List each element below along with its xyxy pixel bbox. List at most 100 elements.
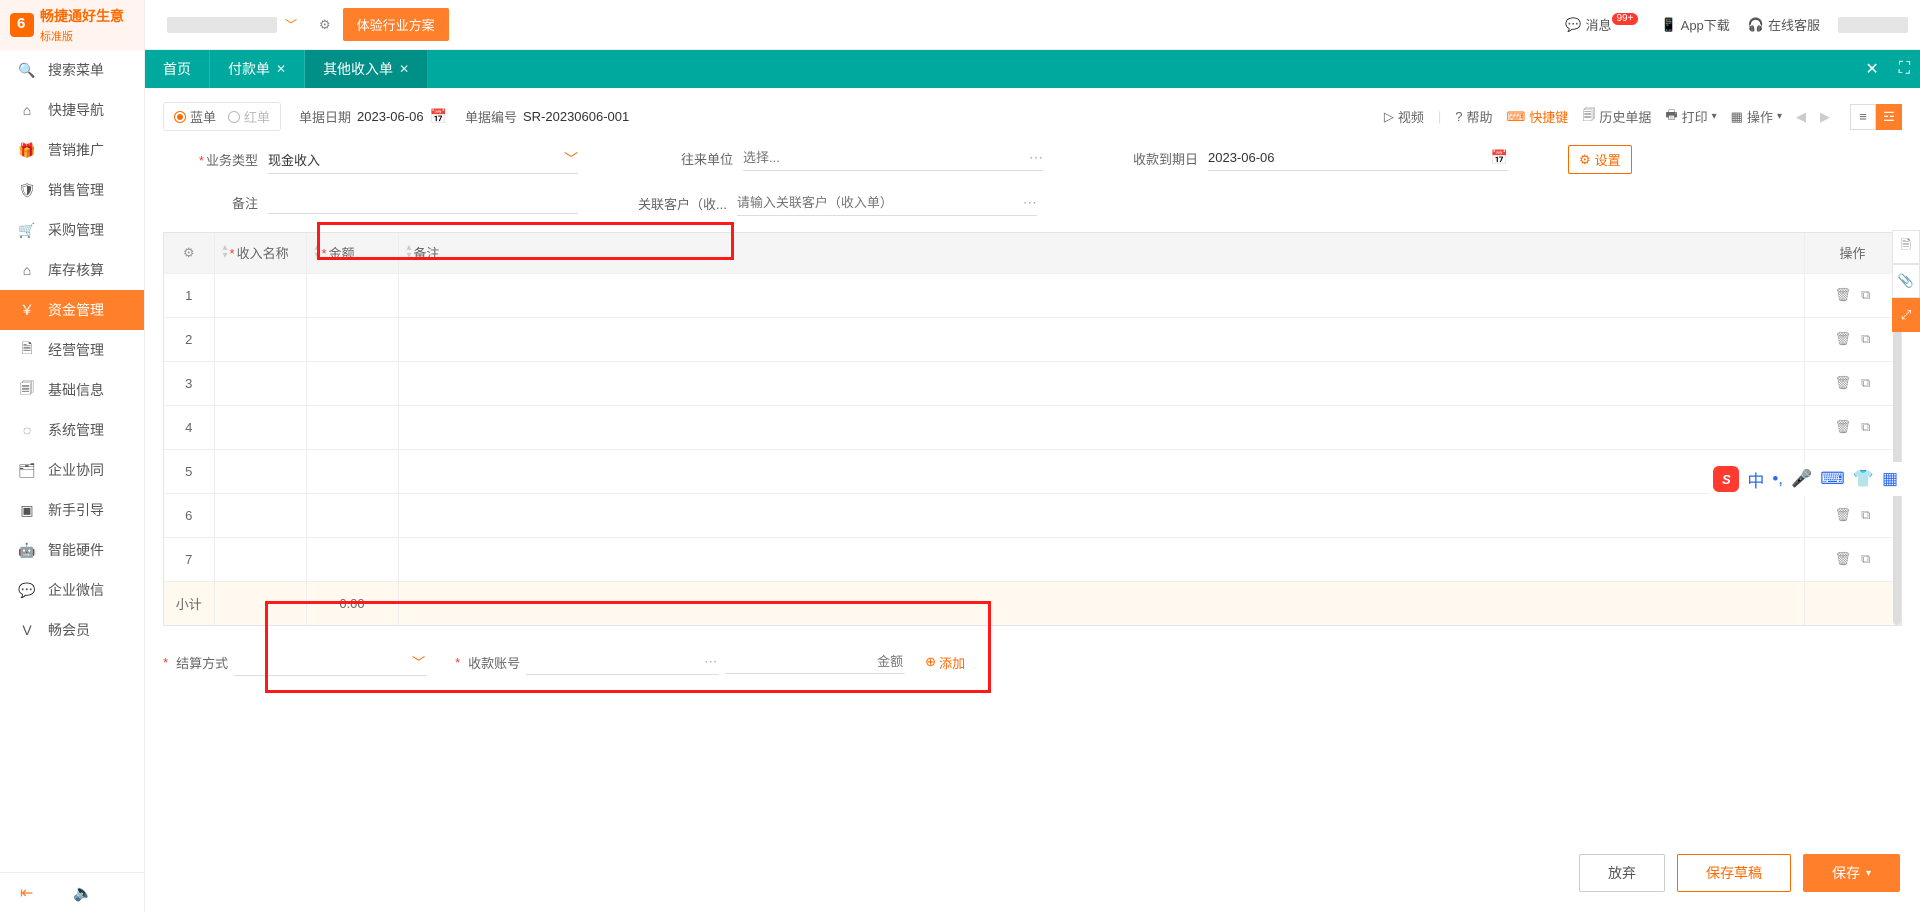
add-settlement-button[interactable]: ⊕添加 — [925, 653, 965, 672]
ime-skin-icon[interactable]: 👕 — [1853, 469, 1874, 489]
table-row[interactable]: 6🗑⧉ — [164, 493, 1901, 537]
view-list[interactable]: ≡ — [1850, 104, 1876, 130]
sound-icon[interactable]: 🔈 — [73, 883, 93, 903]
print-icon: 🖶 — [1665, 106, 1677, 128]
tab-other-income[interactable]: 其他收入单✕ — [305, 50, 428, 88]
delete-icon[interactable]: 🗑 — [1835, 551, 1852, 567]
app-download-link[interactable]: 📱App下载 — [1660, 15, 1729, 34]
save-button[interactable]: 保存▾ — [1803, 854, 1900, 892]
tab-home[interactable]: 首页 — [145, 50, 210, 88]
gear-icon[interactable]: ⚙ — [183, 245, 195, 260]
nav-sales[interactable]: 🛡销售管理 — [0, 170, 144, 210]
gear-icon[interactable]: ⚙ — [319, 17, 331, 33]
nav-search[interactable]: 🔍搜索菜单 — [0, 50, 144, 90]
help-link[interactable]: ?帮助 — [1455, 107, 1492, 126]
close-all-icon[interactable]: ✕ — [1855, 59, 1888, 79]
try-plan-button[interactable]: 体验行业方案 — [343, 8, 449, 41]
nav-ops[interactable]: 🗎经营管理 — [0, 330, 144, 370]
rail-note-icon[interactable]: 🗎 — [1892, 230, 1920, 264]
col-amount[interactable]: ▴▾*金额 — [306, 233, 398, 273]
partner-input[interactable] — [743, 150, 1029, 165]
table-row[interactable]: 5🗑⧉ — [164, 449, 1901, 493]
fullscreen-icon[interactable]: ⛶ — [1889, 60, 1920, 78]
copy-icon[interactable]: ⧉ — [1861, 507, 1870, 523]
table-row[interactable]: 4🗑⧉ — [164, 405, 1901, 449]
team-icon: 🗂 — [18, 461, 36, 479]
nav-hardware[interactable]: 🤖智能硬件 — [0, 530, 144, 570]
nav-wechat[interactable]: 💬企业微信 — [0, 570, 144, 610]
discard-button[interactable]: 放弃 — [1579, 854, 1665, 892]
prev-icon[interactable]: ◀ — [1796, 109, 1806, 125]
nav-coop[interactable]: 🗂企业协同 — [0, 450, 144, 490]
nav-quick[interactable]: ⌂快捷导航 — [0, 90, 144, 130]
shortcut-link[interactable]: ⌨快捷键 — [1507, 107, 1569, 126]
nav-guide[interactable]: ▣新手引导 — [0, 490, 144, 530]
nav-stock[interactable]: ⌂库存核算 — [0, 250, 144, 290]
copy-icon[interactable]: ⧉ — [1861, 331, 1870, 347]
radio-blue[interactable]: 蓝单 — [174, 107, 216, 126]
view-detail[interactable]: ☲ — [1876, 104, 1902, 130]
settle-account-input[interactable] — [528, 654, 704, 669]
plus-icon: ⊕ — [925, 654, 936, 670]
collapse-icon[interactable]: ⇤ — [20, 883, 33, 903]
calendar-icon[interactable]: 📅 — [430, 108, 447, 125]
copy-icon[interactable]: ⧉ — [1861, 419, 1870, 435]
settings-button[interactable]: ⚙设置 — [1568, 145, 1632, 174]
table-row[interactable]: 1🗑⧉ — [164, 273, 1901, 317]
ops-button[interactable]: ▦操作▾ — [1731, 107, 1782, 126]
bot-icon: 🤖 — [18, 541, 36, 559]
history-link[interactable]: 🗐历史单据 — [1582, 106, 1651, 128]
rail-expand-icon[interactable]: ⤢ — [1892, 298, 1920, 332]
table-row[interactable]: 2🗑⧉ — [164, 317, 1901, 361]
ime-mic-icon[interactable]: 🎤 — [1791, 469, 1812, 489]
calendar-icon[interactable]: 📅 — [1491, 149, 1508, 166]
close-icon[interactable]: ✕ — [276, 62, 286, 76]
delete-icon[interactable]: 🗑 — [1835, 375, 1852, 391]
tab-payment[interactable]: 付款单✕ — [210, 50, 305, 88]
delete-icon[interactable]: 🗑 — [1835, 287, 1852, 303]
nav-purchase[interactable]: 🛒采购管理 — [0, 210, 144, 250]
print-button[interactable]: 🖶打印▾ — [1665, 106, 1716, 128]
nav-basic[interactable]: 🗐基础信息 — [0, 370, 144, 410]
biz-type-input[interactable] — [268, 152, 564, 167]
more-icon[interactable]: ⋯ — [1023, 194, 1037, 211]
delete-icon[interactable]: 🗑 — [1835, 507, 1852, 523]
col-remark[interactable]: ▴▾备注 — [398, 233, 1805, 273]
copy-icon[interactable]: ⧉ — [1861, 375, 1870, 391]
ime-punct-icon[interactable]: •, — [1772, 469, 1783, 489]
chevron-down-icon[interactable]: ﹀ — [564, 149, 578, 169]
nav-system[interactable]: ◌系统管理 — [0, 410, 144, 450]
close-icon[interactable]: ✕ — [399, 62, 409, 76]
table-row[interactable]: 7🗑⧉ — [164, 537, 1901, 581]
income-table: ⚙ ▴▾*收入名称 ▴▾*金额 ▴▾备注 操作 1🗑⧉2🗑⧉3🗑⧉4🗑⧉5🗑⧉6… — [163, 232, 1902, 626]
save-draft-button[interactable]: 保存草稿 — [1677, 854, 1791, 892]
nav-vip[interactable]: V畅会员 — [0, 610, 144, 650]
video-link[interactable]: ▷视频 — [1384, 107, 1424, 126]
company-selector[interactable]: ﹀ — [157, 12, 307, 37]
ime-toolbar[interactable]: S 中 •, 🎤 ⌨ 👕 ▦ — [1709, 462, 1902, 496]
support-link[interactable]: 🎧在线客服 — [1748, 15, 1820, 34]
nav-funds[interactable]: ￥资金管理 — [0, 290, 144, 330]
ime-keyboard-icon[interactable]: ⌨ — [1820, 469, 1845, 489]
chevron-down-icon[interactable]: ﹀ — [412, 652, 425, 671]
settle-method-input[interactable] — [236, 654, 412, 669]
ime-toolbox-icon[interactable]: ▦ — [1882, 469, 1898, 489]
ime-lang[interactable]: 中 — [1747, 467, 1764, 492]
copy-icon[interactable]: ⧉ — [1861, 287, 1870, 303]
more-icon[interactable]: ⋯ — [704, 654, 717, 670]
table-row[interactable]: 3🗑⧉ — [164, 361, 1901, 405]
messages-link[interactable]: 💬 消息 99+ — [1565, 15, 1642, 34]
remark-input[interactable] — [268, 194, 578, 209]
copy-icon[interactable]: ⧉ — [1861, 551, 1870, 567]
due-date-input[interactable] — [1208, 150, 1491, 165]
radio-red[interactable]: 红单 — [228, 107, 270, 126]
nav-marketing[interactable]: 🎁营销推广 — [0, 130, 144, 170]
col-income-name[interactable]: ▴▾*收入名称 — [214, 233, 306, 273]
more-icon[interactable]: ⋯ — [1029, 149, 1043, 166]
delete-icon[interactable]: 🗑 — [1835, 331, 1852, 347]
delete-icon[interactable]: 🗑 — [1835, 419, 1852, 435]
rel-customer-input[interactable] — [737, 195, 1023, 210]
rail-attach-icon[interactable]: 📎 — [1892, 264, 1920, 298]
settle-amount-input[interactable] — [727, 654, 903, 669]
next-icon[interactable]: ▶ — [1820, 109, 1830, 125]
